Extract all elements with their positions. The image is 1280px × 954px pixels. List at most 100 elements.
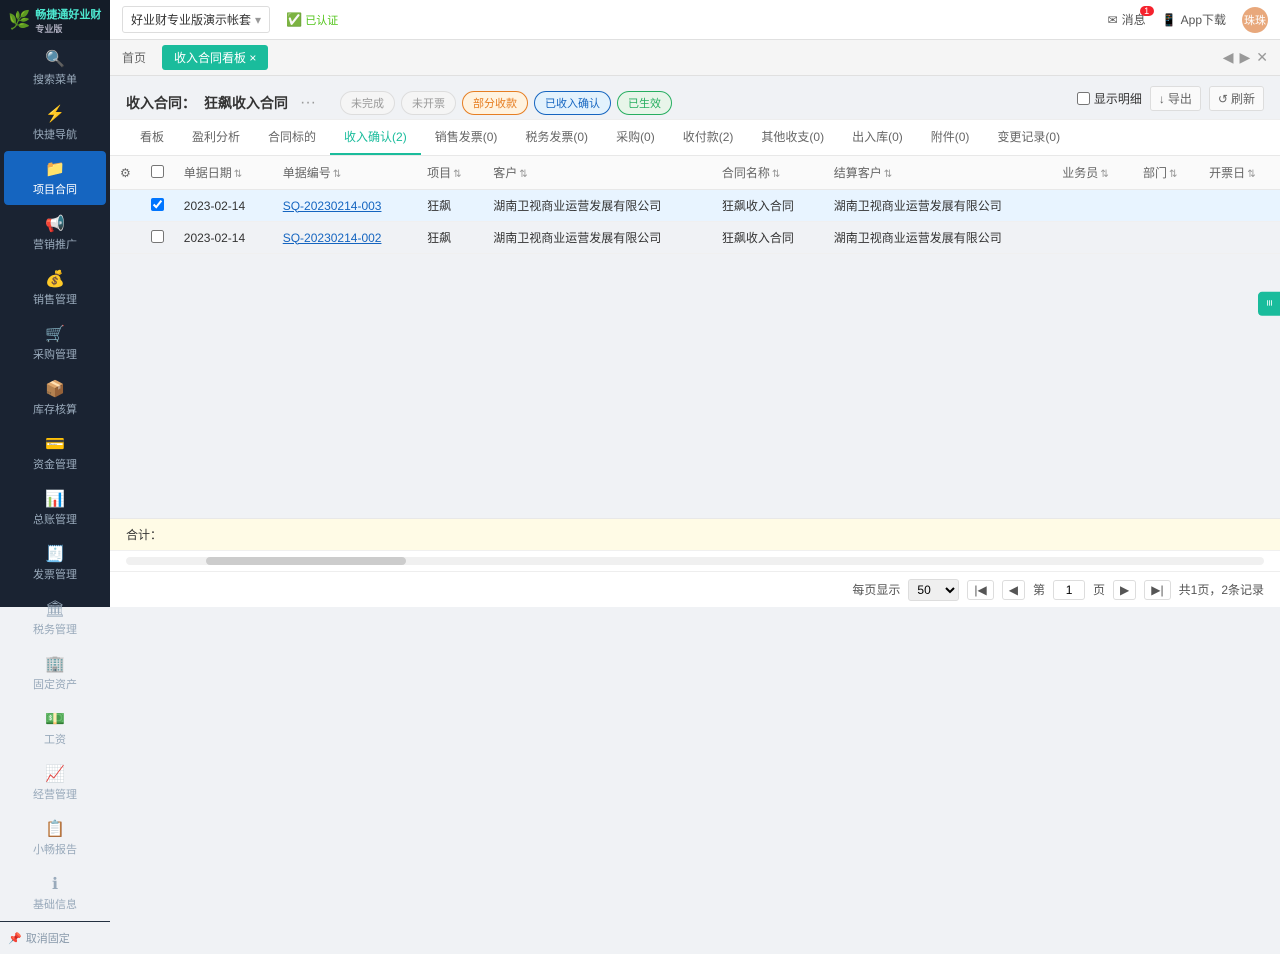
sidebar-item-3[interactable]: 📢营销推广	[4, 206, 106, 260]
status-btn-4[interactable]: 已生效	[617, 91, 672, 115]
breadcrumb-home[interactable]: 首页	[122, 49, 146, 66]
status-btn-0[interactable]: 未完成	[340, 91, 395, 115]
select-all-header[interactable]	[141, 156, 174, 190]
show-detail-checkbox[interactable]	[1077, 92, 1090, 105]
salesperson-column-header[interactable]: 业务员⇅	[1052, 156, 1133, 190]
department-column-header[interactable]: 部门⇅	[1133, 156, 1199, 190]
show-detail-toggle[interactable]: 显示明细	[1077, 90, 1142, 107]
scroll-thumb[interactable]	[206, 557, 406, 565]
nav-prev-icon[interactable]: ◀	[1223, 49, 1234, 66]
more-actions-btn[interactable]: ···	[296, 94, 320, 112]
sub-tab-2[interactable]: 合同标的	[254, 120, 330, 155]
page-size-select[interactable]: 50 100 200	[908, 579, 959, 601]
export-btn[interactable]: ↓ 导出	[1150, 86, 1201, 111]
row-order-no-1[interactable]: SQ-20230214-002	[273, 222, 417, 254]
select-all-checkbox[interactable]	[151, 165, 164, 178]
sidebar-item-2[interactable]: 📁项目合同	[4, 151, 106, 205]
verified-badge: ✅ 已认证	[286, 12, 338, 28]
page-number-input[interactable]	[1053, 580, 1085, 600]
row-checkbox-cell-0[interactable]	[141, 190, 174, 222]
check-circle-icon: ✅	[286, 12, 302, 28]
sidebar-item-11[interactable]: 🏢固定资产	[4, 646, 106, 700]
sidebar-item-12[interactable]: 💵工资	[4, 701, 106, 755]
row-settlement-1: 湖南卫视商业运营发展有限公司	[824, 222, 1053, 254]
sub-tab-4[interactable]: 销售发票(0)	[421, 120, 512, 155]
sidebar-item-6[interactable]: 📦库存核算	[4, 371, 106, 425]
status-btn-2[interactable]: 部分收款	[462, 91, 528, 115]
messages-badge: 1	[1140, 6, 1154, 16]
sidebar-item-4[interactable]: 💰销售管理	[4, 261, 106, 315]
row-order-no-0[interactable]: SQ-20230214-003	[273, 190, 417, 222]
sidebar-item-14[interactable]: 📋小畅报告	[4, 811, 106, 865]
row-salesperson-0	[1052, 190, 1133, 222]
sidebar-item-0[interactable]: 🔍搜索菜单	[4, 41, 106, 95]
unpin-button[interactable]: 📌 取消固定	[0, 921, 110, 954]
sub-tab-8[interactable]: 其他收支(0)	[747, 120, 838, 155]
status-btn-3[interactable]: 已收入确认	[534, 91, 611, 115]
breadcrumb-bar: 首页 收入合同看板 × ◀ ▶ ✕	[110, 40, 1280, 76]
close-icon[interactable]: ✕	[1256, 49, 1268, 66]
user-avatar-btn[interactable]: 珠珠	[1242, 7, 1268, 33]
next-page-btn[interactable]: ▶	[1113, 580, 1136, 600]
sidebar-item-15[interactable]: ℹ基础信息	[4, 866, 106, 920]
customer-column-header[interactable]: 客户⇅	[483, 156, 712, 190]
order-no-column-header[interactable]: 单据编号⇅	[273, 156, 417, 190]
settlement-customer-column-header[interactable]: 结算客户⇅	[824, 156, 1053, 190]
sub-tab-6[interactable]: 采购(0)	[602, 120, 669, 155]
sidebar-item-8[interactable]: 📊总账管理	[4, 481, 106, 535]
app-download-label: App下载	[1181, 11, 1226, 28]
row-customer-0: 湖南卫视商业运营发展有限公司	[483, 190, 712, 222]
sidebar-item-13[interactable]: 📈经营管理	[4, 756, 106, 810]
page-word: 第	[1033, 581, 1045, 598]
messages-btn[interactable]: ✉ 1 消息	[1108, 11, 1146, 28]
order-no-link-0[interactable]: SQ-20230214-003	[283, 199, 382, 213]
sidebar: 🌿 畅捷通好业财 专业版 🔍搜索菜单⚡快捷导航📁项目合同📢营销推广💰销售管理🛒采…	[0, 0, 110, 607]
app-title: 畅捷通好业财	[35, 6, 101, 22]
contract-name-column-header[interactable]: 合同名称⇅	[712, 156, 824, 190]
topbar: 好业财专业版演示帐套 ▾ ✅ 已认证 ✉ 1 消息 📱 App下载 珠珠	[110, 0, 1280, 40]
sidebar-item-icon-1: ⚡	[45, 104, 65, 124]
sidebar-item-1[interactable]: ⚡ 快捷导航	[4, 96, 106, 150]
refresh-label: 刷新	[1231, 90, 1255, 107]
active-tab-btn[interactable]: 收入合同看板 ×	[162, 45, 268, 70]
verified-label: 已认证	[305, 12, 338, 28]
row-checkbox-0[interactable]	[151, 198, 164, 211]
sub-tab-0[interactable]: 看板	[126, 120, 178, 155]
sidebar-item-9[interactable]: 🧾发票管理	[4, 536, 106, 590]
sidebar-item-7[interactable]: 💳资金管理	[4, 426, 106, 480]
date-column-header[interactable]: 单据日期⇅	[174, 156, 273, 190]
table-row[interactable]: 2023-02-14 SQ-20230214-003 狂飙 湖南卫视商业运营发展…	[110, 190, 1280, 222]
table-row[interactable]: 2023-02-14 SQ-20230214-002 狂飙 湖南卫视商业运营发展…	[110, 222, 1280, 254]
settings-column-header[interactable]: ⚙	[110, 156, 141, 190]
sub-tab-10[interactable]: 附件(0)	[917, 120, 984, 155]
horizontal-scrollbar[interactable]	[126, 557, 1264, 565]
refresh-btn[interactable]: ↺ 刷新	[1209, 86, 1264, 111]
sub-tab-7[interactable]: 收付款(2)	[669, 120, 748, 155]
row-contract-name-0: 狂飙收入合同	[712, 190, 824, 222]
prev-page-btn[interactable]: ◀	[1002, 580, 1025, 600]
status-btn-1[interactable]: 未开票	[401, 91, 456, 115]
app-download-btn[interactable]: 📱 App下载	[1162, 11, 1226, 28]
company-selector[interactable]: 好业财专业版演示帐套 ▾	[122, 6, 270, 33]
show-detail-label: 显示明细	[1094, 90, 1142, 107]
sidebar-item-5[interactable]: 🛒采购管理	[4, 316, 106, 370]
row-checkbox-cell-1[interactable]	[141, 222, 174, 254]
sub-tab-11[interactable]: 变更记录(0)	[983, 120, 1074, 155]
sub-tab-1[interactable]: 盈利分析	[178, 120, 254, 155]
sub-tab-9[interactable]: 出入库(0)	[838, 120, 917, 155]
project-column-header[interactable]: 项目⇅	[417, 156, 483, 190]
nav-next-icon[interactable]: ▶	[1239, 49, 1250, 66]
order-no-link-1[interactable]: SQ-20230214-002	[283, 231, 382, 245]
right-panel-toggle[interactable]: ≡	[1258, 291, 1280, 315]
page-unit: 页	[1093, 581, 1105, 598]
sidebar-item-10[interactable]: 🏛税务管理	[4, 591, 106, 645]
sidebar-item-label-14: 小畅报告	[33, 841, 77, 857]
sidebar-item-icon-2: 📁	[45, 159, 65, 179]
last-page-btn[interactable]: ▶|	[1144, 580, 1170, 600]
row-checkbox-1[interactable]	[151, 230, 164, 243]
sidebar-item-label-1: 快捷导航	[33, 126, 77, 142]
first-page-btn[interactable]: |◀	[967, 580, 993, 600]
sub-tab-3[interactable]: 收入确认(2)	[330, 120, 421, 155]
sub-tab-5[interactable]: 税务发票(0)	[511, 120, 602, 155]
invoice-date-column-header[interactable]: 开票日⇅	[1199, 156, 1280, 190]
